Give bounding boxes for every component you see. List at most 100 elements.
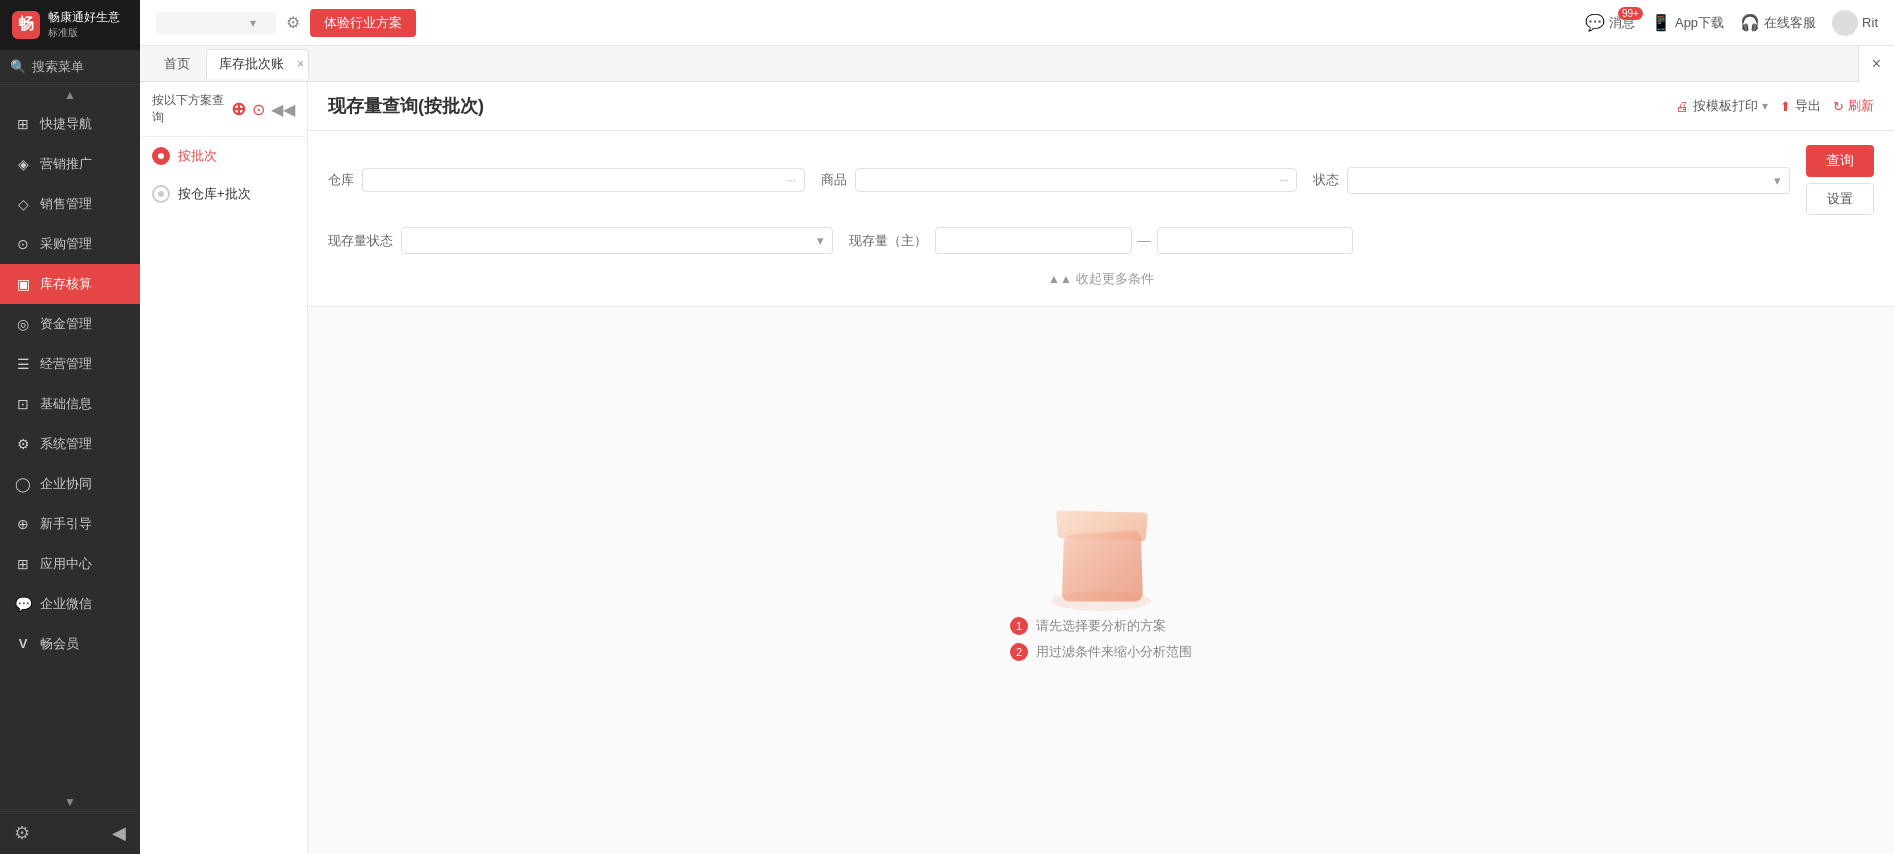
tip-text-1: 请先选择要分析的方案 [1036,617,1166,635]
scheme-batch-label: 按批次 [178,147,217,165]
app-download-btn[interactable]: 📱 App下载 [1651,13,1724,32]
sidebar-item-basic[interactable]: ⊡ 基础信息 [0,384,140,424]
online-service-label: 在线客服 [1764,14,1816,32]
sidebar-item-label: 新手引导 [40,515,92,533]
sidebar-item-appstore[interactable]: ⊞ 应用中心 [0,544,140,584]
wechat-icon: 💬 [14,595,32,613]
sidebar-item-member[interactable]: V 畅会员 [0,624,140,664]
app-download-label: App下载 [1675,14,1724,32]
user-menu[interactable]: Rit [1832,10,1878,36]
export-btn[interactable]: ⬆ 导出 [1780,97,1821,115]
sidebar-header: 畅 畅康通好生意 标准版 [0,0,140,50]
scheme-warehouse-batch-icon [152,185,170,203]
empty-tips: 1 请先选择要分析的方案 2 用过滤条件来缩小分析范围 [1010,617,1192,661]
sidebar-item-operations[interactable]: ☰ 经营管理 [0,344,140,384]
status-dropdown[interactable]: ▾ [1347,167,1790,194]
sidebar-item-enterprise[interactable]: ◯ 企业协同 [0,464,140,504]
tabs-close-panel-btn[interactable]: × [1858,46,1894,82]
sidebar-item-guide[interactable]: ⊕ 新手引导 [0,504,140,544]
refresh-icon: ↻ [1833,99,1844,114]
goods-more-icon[interactable]: ··· [1279,174,1288,186]
export-icon: ⬆ [1780,99,1791,114]
tabs-bar: 首页 库存批次账 × × [140,46,1894,82]
sidebar-item-wechat[interactable]: 💬 企业微信 [0,584,140,624]
filter-row-2: 现存量状态 ▾ 现存量（主） — [328,227,1874,254]
right-panel: 现存量查询(按批次) 🖨 按模板打印 ▾ ⬆ 导出 ↻ 刷新 [308,82,1894,854]
warehouse-more-icon[interactable]: ··· [787,174,796,186]
sidebar-scroll-down[interactable]: ▼ [0,792,140,811]
add-scheme-btn[interactable]: ⊕ [231,98,246,120]
goods-input[interactable]: ··· [855,168,1298,192]
query-btn[interactable]: 查询 [1806,145,1874,177]
tab-home[interactable]: 首页 [152,50,202,78]
collapse-arrow-icon: ▲▲ [1048,272,1072,286]
messages-badge: 99+ [1618,7,1643,20]
empty-tip-1: 1 请先选择要分析的方案 [1010,617,1192,635]
sidebar-item-sales[interactable]: ◇ 销售管理 [0,184,140,224]
inventory-status-select[interactable]: ▾ [401,227,833,254]
qty-from-input[interactable] [935,227,1132,254]
messages-btn[interactable]: 💬 消息 99+ [1585,13,1635,32]
scheme-item-warehouse-batch[interactable]: 按仓库+批次 [140,175,307,213]
empty-state: 1 请先选择要分析的方案 2 用过滤条件来缩小分析范围 [1010,501,1192,661]
status-dropdown-icon: ▾ [1774,173,1781,188]
tab-inventory-batch[interactable]: 库存批次账 × [206,49,309,79]
settings-icon[interactable]: ⚙ [14,822,30,844]
topbar-gear-icon[interactable]: ⚙ [286,13,300,32]
basic-icon: ⊡ [14,395,32,413]
online-service-btn[interactable]: 🎧 在线客服 [1740,13,1816,32]
warehouse-input[interactable]: ··· [362,168,805,192]
tip-num-1: 1 [1010,617,1028,635]
sidebar-scroll-up[interactable]: ▲ [0,85,140,104]
warehouse-label: 仓库 [328,171,354,189]
tab-close-btn[interactable]: × [297,57,304,71]
sidebar-item-label: 营销推广 [40,155,92,173]
sidebar-item-purchase[interactable]: ⊙ 采购管理 [0,224,140,264]
sidebar-search[interactable]: 🔍 搜索菜单 [0,50,140,85]
collapse-filter-btn[interactable]: ▲▲ 收起更多条件 [328,266,1874,292]
filter-area: 仓库 ··· 商品 ··· 状态 [308,131,1894,307]
sidebar-item-label: 库存核算 [40,275,92,293]
phone-icon: 📱 [1651,13,1671,32]
topbar-dropdown-icon[interactable]: ▾ [250,16,256,30]
topbar-left: ▾ ⚙ 体验行业方案 [156,9,1573,37]
qty-to-input[interactable] [1157,227,1354,254]
sidebar-item-system[interactable]: ⚙ 系统管理 [0,424,140,464]
sidebar-item-label: 畅会员 [40,635,79,653]
print-dropdown-icon[interactable]: ▾ [1762,99,1768,113]
sidebar-collapse-btn[interactable]: ◀ [112,822,126,844]
system-icon: ⚙ [14,435,32,453]
filter-inventory-status: 现存量状态 ▾ [328,227,833,254]
sidebar-footer: ⚙ ◀ [0,811,140,854]
enterprise-icon: ◯ [14,475,32,493]
scheme-batch-icon [152,147,170,165]
left-panel-actions: ⊕ ⊙ ◀◀ [231,98,295,120]
operations-icon: ☰ [14,355,32,373]
marketing-icon: ◈ [14,155,32,173]
user-avatar [1832,10,1858,36]
sidebar-item-label: 销售管理 [40,195,92,213]
scheme-item-batch[interactable]: 按批次 [140,137,307,175]
print-btn[interactable]: 🖨 按模板打印 ▾ [1676,97,1768,115]
filter-status: 状态 ▾ [1313,167,1790,194]
topbar-search-input[interactable] [164,16,244,30]
sales-icon: ◇ [14,195,32,213]
tip-num-2: 2 [1010,643,1028,661]
sidebar: 畅 畅康通好生意 标准版 🔍 搜索菜单 ▲ ⊞ 快捷导航 ◈ 营销推广 ◇ 销售… [0,0,140,854]
inventory-icon: ▣ [14,275,32,293]
sidebar-item-marketing[interactable]: ◈ 营销推广 [0,144,140,184]
sidebar-item-shortcuts[interactable]: ⊞ 快捷导航 [0,104,140,144]
qty-separator: — [1138,233,1151,248]
trial-btn[interactable]: 体验行业方案 [310,9,416,37]
left-panel: 按以下方案查询 ⊕ ⊙ ◀◀ 按批次 按仓库+批次 [140,82,308,854]
finance-icon: ◎ [14,315,32,333]
collapse-left-btn[interactable]: ◀◀ [271,100,295,119]
sidebar-item-label: 资金管理 [40,315,92,333]
settings-btn[interactable]: 设置 [1806,183,1874,215]
scheme-settings-btn[interactable]: ⊙ [252,100,265,119]
sidebar-item-inventory[interactable]: ▣ 库存核算 [0,264,140,304]
status-label: 状态 [1313,171,1339,189]
sidebar-item-finance[interactable]: ◎ 资金管理 [0,304,140,344]
inventory-batch-tab-label: 库存批次账 [219,55,284,73]
refresh-btn[interactable]: ↻ 刷新 [1833,97,1874,115]
